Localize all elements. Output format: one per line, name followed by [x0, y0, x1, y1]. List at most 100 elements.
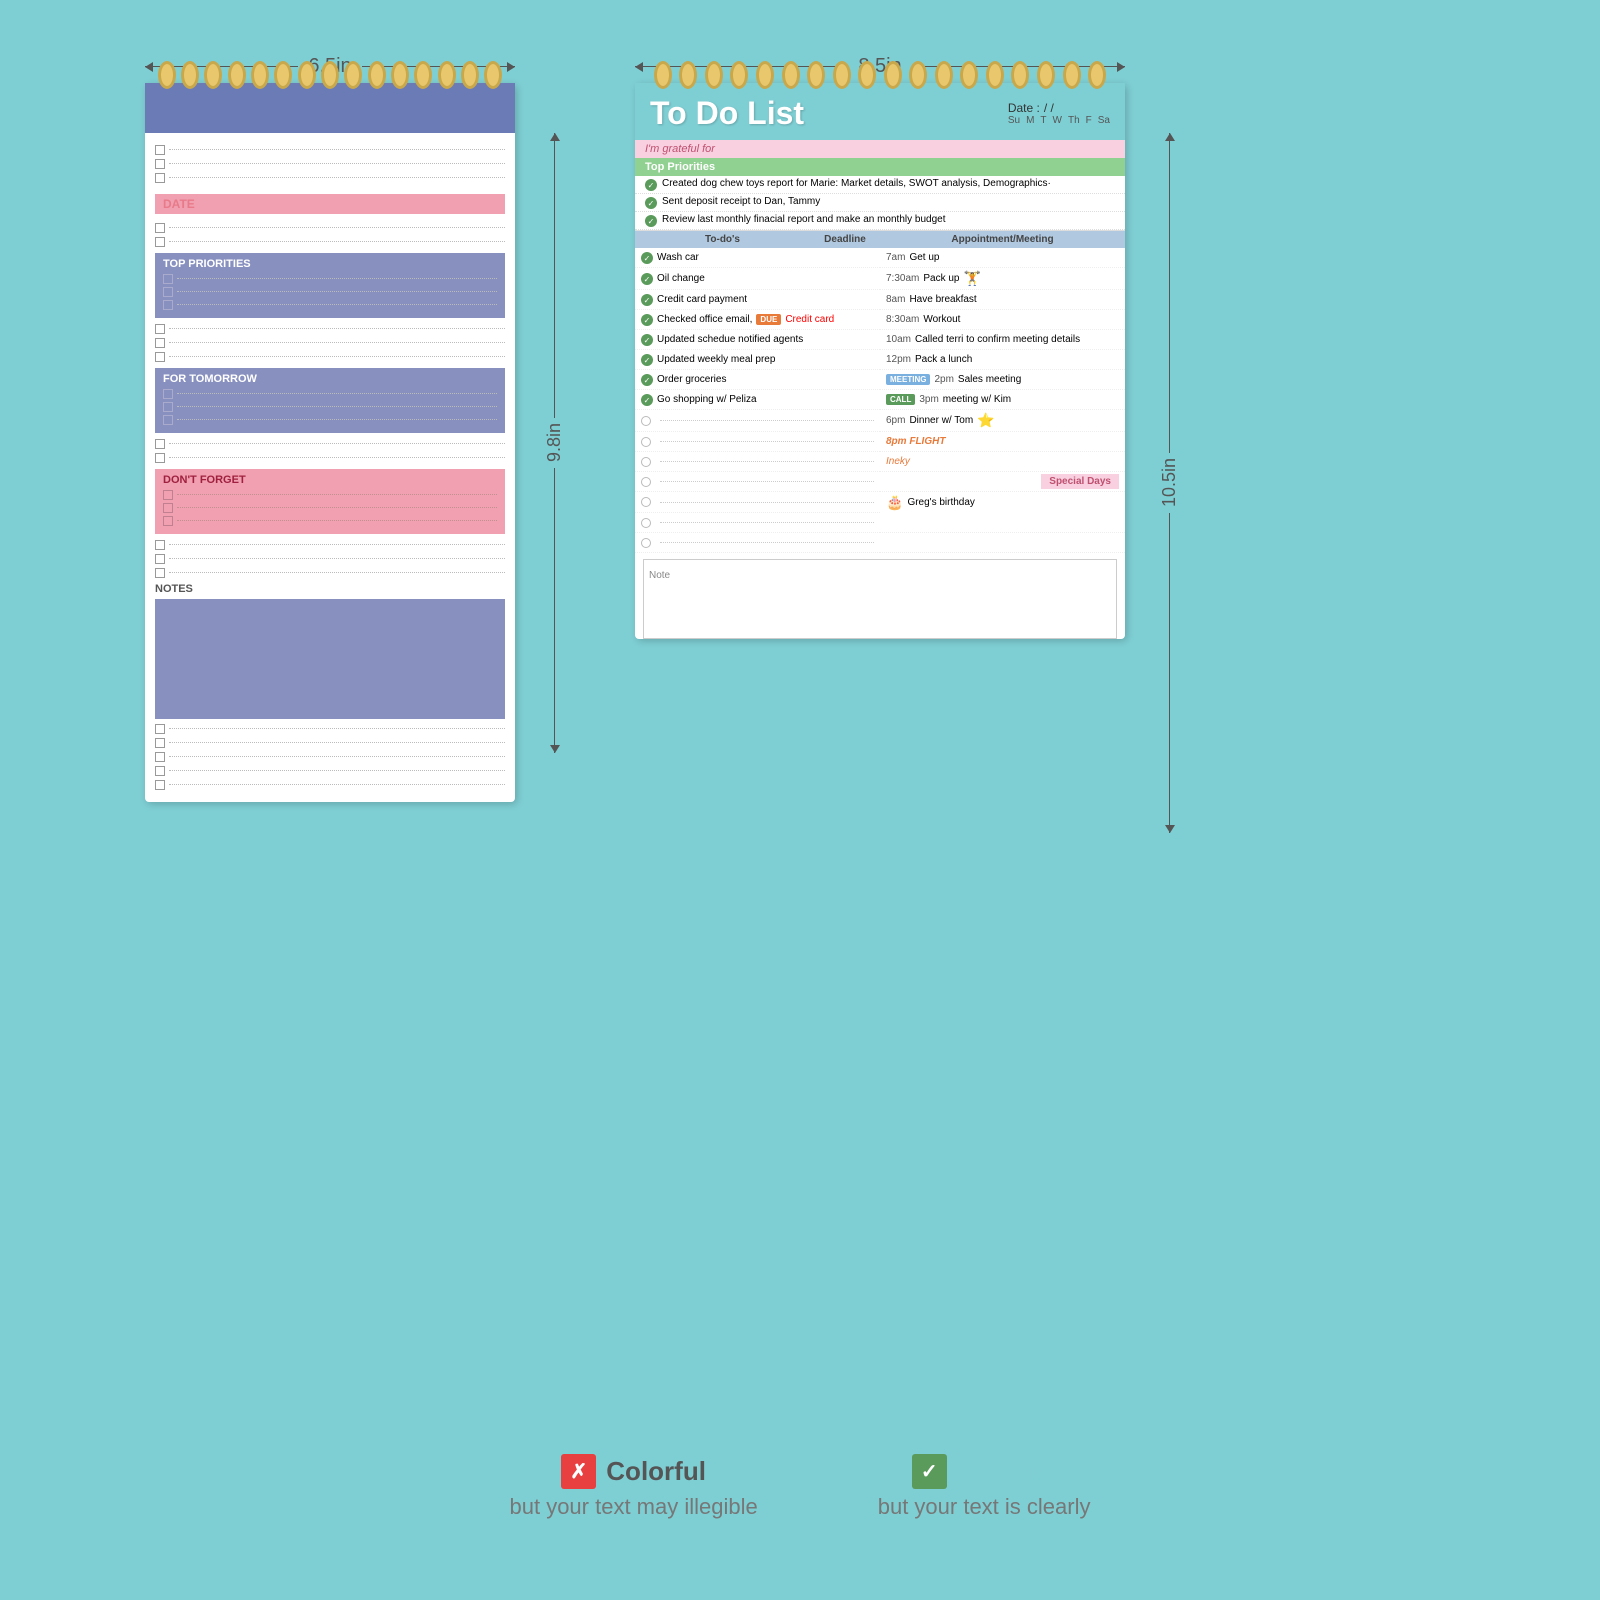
- todo-row-12: [635, 472, 880, 492]
- comparison-left-subtitle: but your text may illegible: [510, 1494, 758, 1520]
- special-day-row: 🎂 Greg's birthday: [880, 492, 1125, 513]
- comparison-right: ✓ Colorful but your text is clearly: [878, 1454, 1091, 1520]
- appt-text-3: Have breakfast: [909, 294, 976, 305]
- check-mark-icon: ✓: [912, 1454, 947, 1489]
- appointment-col-header: Appointment/Meeting: [880, 231, 1125, 248]
- appt-text-5: Called terri to confirm meeting details: [915, 334, 1080, 345]
- appt-time-5: 10am: [886, 334, 911, 345]
- lucky-text: Ineky: [886, 456, 910, 467]
- todo-row-2: ✓ Oil change: [635, 268, 880, 290]
- appt-text-6: Pack a lunch: [915, 354, 972, 365]
- dumbbell-icon: 🏋️: [964, 270, 981, 287]
- for-tomorrow-label: FOR TOMORROW: [163, 373, 497, 385]
- priority-text-2: Sent deposit receipt to Dan, Tammy: [662, 196, 820, 207]
- priority-text-3: Review last monthly finacial report and …: [662, 214, 945, 225]
- comparison-right-title: Colorful: [957, 1456, 1057, 1487]
- left-height-dimension: 9.8in: [544, 133, 565, 753]
- appt-row-3: 8am Have breakfast: [880, 290, 1125, 310]
- todo-check-2: ✓: [641, 273, 653, 285]
- todo-check-5: ✓: [641, 334, 653, 346]
- notes-label-left: NOTES: [155, 583, 505, 595]
- notes-section-left: NOTES: [155, 583, 505, 719]
- todo-row-14: [635, 513, 880, 533]
- appt-row-7: MEETING 2pm Sales meeting: [880, 370, 1125, 390]
- priority-check-3: ✓: [645, 215, 657, 227]
- appt-text-9: Dinner w/ Tom: [909, 415, 973, 426]
- priority-text-1: Created dog chew toys report for Marie: …: [662, 178, 1051, 189]
- comparison-right-top: ✓ Colorful: [878, 1454, 1091, 1489]
- comparison-left-title: Colorful: [606, 1456, 706, 1487]
- appt-row-4: 8:30am Workout: [880, 310, 1125, 330]
- dont-forget-section: DON'T FORGET: [155, 469, 505, 534]
- todo-check-4: ✓: [641, 314, 653, 326]
- top-priorities-label-right: Top Priorities: [645, 161, 715, 173]
- todo-row-8: ✓ Go shopping w/ Peliza: [635, 390, 880, 410]
- appt-time-3: 8am: [886, 294, 905, 305]
- todo-row-5: ✓ Updated schedue notified agents: [635, 330, 880, 350]
- todo-row-9: [635, 410, 880, 432]
- day-sa: Sa: [1098, 115, 1110, 126]
- todo-row-15: [635, 533, 880, 553]
- star-icon: ⭐: [977, 412, 994, 429]
- appt-time-4: 8:30am: [886, 314, 919, 325]
- date-label-right: Date :: [1008, 101, 1040, 115]
- todo-check-8: ✓: [641, 394, 653, 406]
- appt-time-1: 7am: [886, 252, 905, 263]
- priority-item-3: ✓ Review last monthly finacial report an…: [635, 212, 1125, 230]
- date-label: DATE: [155, 194, 505, 214]
- todo-check-1: ✓: [641, 252, 653, 264]
- day-f: F: [1086, 115, 1092, 126]
- top-priorities-section-left: TOP PRIORITIES: [155, 253, 505, 318]
- todo-row-4: ✓ Checked office email, DUE Credit card: [635, 310, 880, 330]
- deadline-col-header: Deadline: [810, 231, 880, 248]
- right-height-label: 10.5in: [1159, 453, 1180, 512]
- right-section: 8.5in To Do List Date : / /: [600, 0, 1160, 645]
- todo-row-6: ✓ Updated weekly meal prep: [635, 350, 880, 370]
- comparison-right-subtitle: but your text is clearly: [878, 1494, 1091, 1520]
- appt-time-9: 6pm: [886, 415, 905, 426]
- appt-row-12: Special Days: [880, 472, 1125, 492]
- appt-text-8: meeting w/ Kim: [943, 394, 1011, 405]
- todo-text-2: Oil change: [657, 273, 705, 284]
- grateful-section: I'm grateful for: [635, 140, 1125, 158]
- todo-check-6: ✓: [641, 354, 653, 366]
- todo-text-8: Go shopping w/ Peliza: [657, 394, 757, 405]
- call-badge: CALL: [886, 394, 915, 405]
- top-priorities-label-left: TOP PRIORITIES: [163, 258, 497, 270]
- right-notebook-header: To Do List Date : / / Su M T W Th F Sa: [635, 83, 1125, 140]
- appt-text-7: Sales meeting: [958, 374, 1021, 385]
- day-m: M: [1026, 115, 1034, 126]
- comparison-left: ✗ Colorful but your text may illegible: [510, 1454, 758, 1520]
- todo-text-6: Updated weekly meal prep: [657, 354, 775, 365]
- todo-grid: To-do's Deadline Appointment/Meeting ✓ W…: [635, 230, 1125, 553]
- appt-row-2: 7:30am Pack up 🏋️: [880, 268, 1125, 290]
- flight-text: 8pm FLIGHT: [886, 436, 945, 447]
- appt-row-14: [880, 513, 1125, 533]
- day-t: T: [1040, 115, 1046, 126]
- todo-text-1: Wash car: [657, 252, 699, 263]
- todo-row-3: ✓ Credit card payment: [635, 290, 880, 310]
- todo-row-7: ✓ Order groceries: [635, 370, 880, 390]
- priority-check-2: ✓: [645, 197, 657, 209]
- lucky-row: Ineky: [880, 452, 1125, 472]
- comparison-left-top: ✗ Colorful: [510, 1454, 758, 1489]
- todo-text-4: Checked office email,: [657, 314, 752, 325]
- comparison-section: ✗ Colorful but your text may illegible ✓…: [0, 1454, 1600, 1520]
- date-section-left: DATE: [155, 188, 505, 218]
- appt-row-9: 6pm Dinner w/ Tom ⭐: [880, 410, 1125, 432]
- meeting-badge: MEETING: [886, 374, 930, 385]
- todo-text-7: Order groceries: [657, 374, 726, 385]
- day-th: Th: [1068, 115, 1080, 126]
- appt-row-5: 10am Called terri to confirm meeting det…: [880, 330, 1125, 350]
- credit-card-text: Credit card: [785, 314, 834, 325]
- priority-check-1: ✓: [645, 179, 657, 191]
- todo-title: To Do List: [650, 95, 804, 132]
- special-day-text: Greg's birthday: [907, 497, 975, 508]
- right-height-dimension: 10.5in: [1159, 133, 1180, 833]
- x-mark-icon: ✗: [561, 1454, 596, 1489]
- right-spiral: [650, 61, 1110, 89]
- top-priorities-header-right: Top Priorities: [635, 158, 1125, 176]
- appt-time-6: 12pm: [886, 354, 911, 365]
- todo-text-3: Credit card payment: [657, 294, 747, 305]
- special-days-label: Special Days: [1041, 474, 1119, 489]
